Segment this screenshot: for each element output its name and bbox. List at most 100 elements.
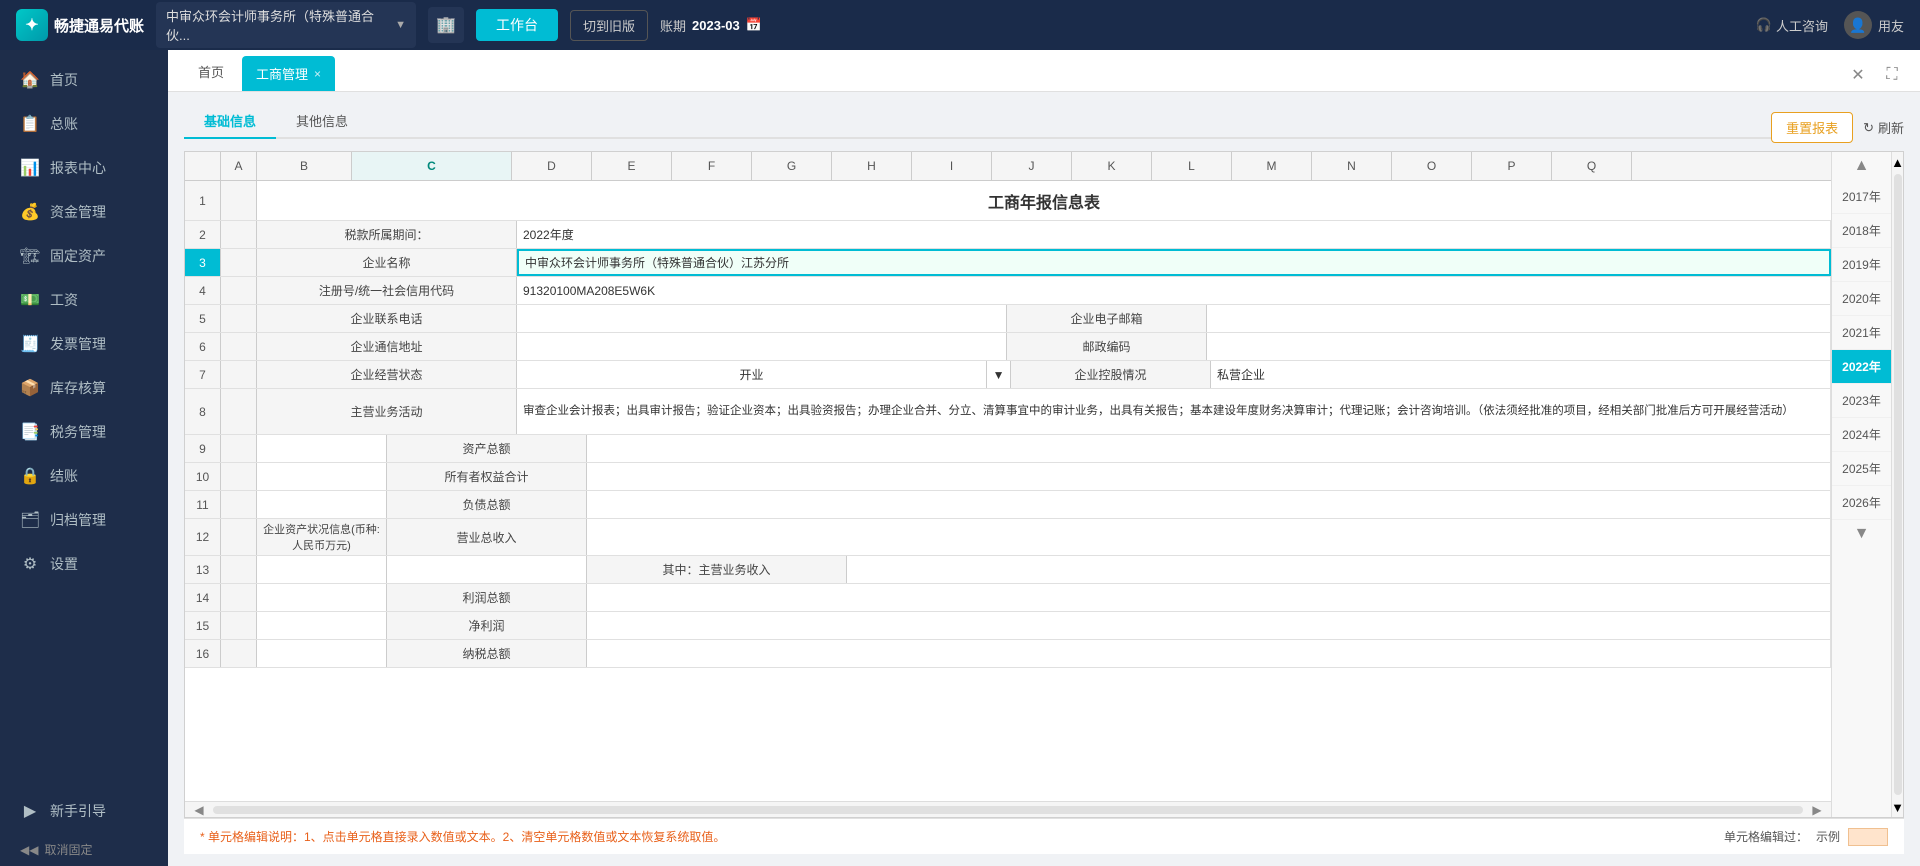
sidebar-item-settings[interactable]: ⚙ 设置: [0, 542, 168, 586]
sub-tab-other[interactable]: 其他信息: [276, 104, 368, 139]
cell-7-control-value[interactable]: 私营企业: [1211, 361, 1831, 388]
sub-tab-actions: 重置报表 ↻ 刷新: [1771, 112, 1904, 143]
sidebar-item-invoice[interactable]: 🧾 发票管理: [0, 322, 168, 366]
scroll-right-btn[interactable]: ▶: [1807, 803, 1827, 817]
year-item-2017[interactable]: 2017年: [1832, 180, 1891, 214]
service-button[interactable]: 🎧 人工咨询: [1756, 16, 1828, 35]
cell-6-a[interactable]: [221, 333, 257, 360]
cell-14-a[interactable]: [221, 584, 257, 611]
cell-10-group: [257, 463, 387, 490]
sidebar-item-home[interactable]: 🏠 首页: [0, 58, 168, 102]
cell-1-title[interactable]: 工商年报信息表: [257, 181, 1831, 220]
year-item-2019[interactable]: 2019年: [1832, 248, 1891, 282]
cell-13-value[interactable]: [847, 556, 1831, 583]
cell-5-phone[interactable]: [517, 305, 1007, 332]
year-item-2022[interactable]: 2022年: [1832, 350, 1891, 384]
h-scrollbar[interactable]: ◀ ▶: [185, 801, 1831, 817]
period-value: 2023-03: [692, 18, 740, 33]
v-scroll-up-btn[interactable]: ▲: [1893, 152, 1903, 172]
cell-5-email[interactable]: [1207, 305, 1831, 332]
window-close-icon[interactable]: ✕: [1846, 63, 1870, 87]
col-header-K: K: [1072, 152, 1152, 180]
sidebar-item-tax[interactable]: 📑 税务管理: [0, 410, 168, 454]
table-row: 2 税款所属期间： 2022年度: [185, 221, 1831, 249]
calendar-icon[interactable]: 📅: [746, 17, 762, 33]
window-expand-icon[interactable]: ⛶: [1880, 63, 1904, 87]
cell-4-value[interactable]: 91320100MA208E5W6K: [517, 277, 1831, 304]
cell-4-a[interactable]: [221, 277, 257, 304]
cell-6-zip[interactable]: [1207, 333, 1831, 360]
cell-1-a[interactable]: [221, 181, 257, 220]
sidebar-item-ledger[interactable]: 📋 总账: [0, 102, 168, 146]
cell-11-value[interactable]: [587, 491, 1831, 518]
company-icon-btn[interactable]: 🏢: [428, 7, 464, 43]
cell-15-value[interactable]: [587, 612, 1831, 639]
sidebar-item-inventory[interactable]: 📦 库存核算: [0, 366, 168, 410]
year-down-btn[interactable]: ▼: [1846, 520, 1878, 548]
sidebar-item-report[interactable]: 📊 报表中心: [0, 146, 168, 190]
sidebar-label-tax: 税务管理: [50, 422, 106, 442]
cell-8-value[interactable]: 审查企业会计报表；出具审计报告；验证企业资本；出具验资报告；办理企业合并、分立、…: [517, 389, 1831, 434]
year-item-2020[interactable]: 2020年: [1832, 282, 1891, 316]
company-selector[interactable]: 中审众环会计师事务所（特殊普通合伙... ▼: [156, 2, 416, 48]
year-item-2026[interactable]: 2026年: [1832, 486, 1891, 520]
cell-13-a[interactable]: [221, 556, 257, 583]
sidebar-pin[interactable]: ◀◀ 取消固定: [0, 833, 168, 866]
refresh-button[interactable]: ↻ 刷新: [1863, 118, 1904, 137]
year-item-2023[interactable]: 2023年: [1832, 384, 1891, 418]
row-num: 11: [185, 491, 221, 518]
year-item-2021[interactable]: 2021年: [1832, 316, 1891, 350]
tab-close-icon[interactable]: ×: [314, 67, 321, 81]
table-row: 1 工商年报信息表: [185, 181, 1831, 221]
cell-7-a[interactable]: [221, 361, 257, 388]
user-menu[interactable]: 👤 用友: [1844, 11, 1904, 39]
v-scrollbar[interactable]: ▲ ▼: [1891, 152, 1903, 817]
year-up-btn[interactable]: ▲: [1846, 152, 1878, 180]
cell-15-a[interactable]: [221, 612, 257, 639]
sidebar-item-finance[interactable]: 💰 资金管理: [0, 190, 168, 234]
cell-9-value[interactable]: [587, 435, 1831, 462]
reset-report-button[interactable]: 重置报表: [1771, 112, 1853, 143]
cell-7-dropdown[interactable]: ▼: [987, 361, 1011, 388]
sidebar-item-close[interactable]: 🔒 结账: [0, 454, 168, 498]
workbench-button[interactable]: 工作台: [476, 9, 558, 41]
cell-10-value[interactable]: [587, 463, 1831, 490]
cell-12-value[interactable]: [587, 519, 1831, 555]
cell-2-a[interactable]: [221, 221, 257, 248]
cell-8-a[interactable]: [221, 389, 257, 434]
year-item-2024[interactable]: 2024年: [1832, 418, 1891, 452]
sidebar-item-newuser[interactable]: ▶ 新手引导: [0, 789, 168, 833]
cell-2-value[interactable]: 2022年度: [517, 221, 1831, 248]
sidebar-item-salary[interactable]: 💵 工资: [0, 278, 168, 322]
cell-16-value[interactable]: [587, 640, 1831, 667]
tab-home[interactable]: 首页: [184, 54, 238, 91]
cell-14-value[interactable]: [587, 584, 1831, 611]
year-item-2018[interactable]: 2018年: [1832, 214, 1891, 248]
sidebar-item-archive[interactable]: 🗂 归档管理: [0, 498, 168, 542]
year-item-2025[interactable]: 2025年: [1832, 452, 1891, 486]
sidebar-item-asset[interactable]: 🏗 固定资产: [0, 234, 168, 278]
cell-4-label: 注册号/统一社会信用代码: [257, 277, 517, 304]
spreadsheet-body[interactable]: 1 工商年报信息表 2 税款所属期间： 2022年度: [185, 181, 1831, 801]
cell-6-addr[interactable]: [517, 333, 1007, 360]
cell-10-label: 所有者权益合计: [387, 463, 587, 490]
cell-12-label: 营业总收入: [387, 519, 587, 555]
cell-10-a[interactable]: [221, 463, 257, 490]
asset-icon: 🏗: [20, 246, 40, 266]
h-scroll-track[interactable]: [213, 806, 1803, 814]
scroll-left-btn[interactable]: ◀: [189, 803, 209, 817]
v-scroll-track[interactable]: [1894, 174, 1902, 795]
cell-7-status[interactable]: 开业: [517, 361, 987, 388]
cell-12-a[interactable]: [221, 519, 257, 555]
v-scroll-down-btn[interactable]: ▼: [1893, 797, 1903, 817]
cell-16-a[interactable]: [221, 640, 257, 667]
cell-11-a[interactable]: [221, 491, 257, 518]
cell-5-a[interactable]: [221, 305, 257, 332]
settings-icon: ⚙: [20, 554, 40, 574]
old-version-button[interactable]: 切到旧版: [570, 10, 648, 41]
cell-3-value[interactable]: 中审众环会计师事务所（特殊普通合伙）江苏分所: [517, 249, 1831, 276]
sub-tab-basic[interactable]: 基础信息: [184, 104, 276, 139]
cell-3-a[interactable]: [221, 249, 257, 276]
cell-9-a[interactable]: [221, 435, 257, 462]
tab-active[interactable]: 工商管理 ×: [242, 56, 335, 91]
